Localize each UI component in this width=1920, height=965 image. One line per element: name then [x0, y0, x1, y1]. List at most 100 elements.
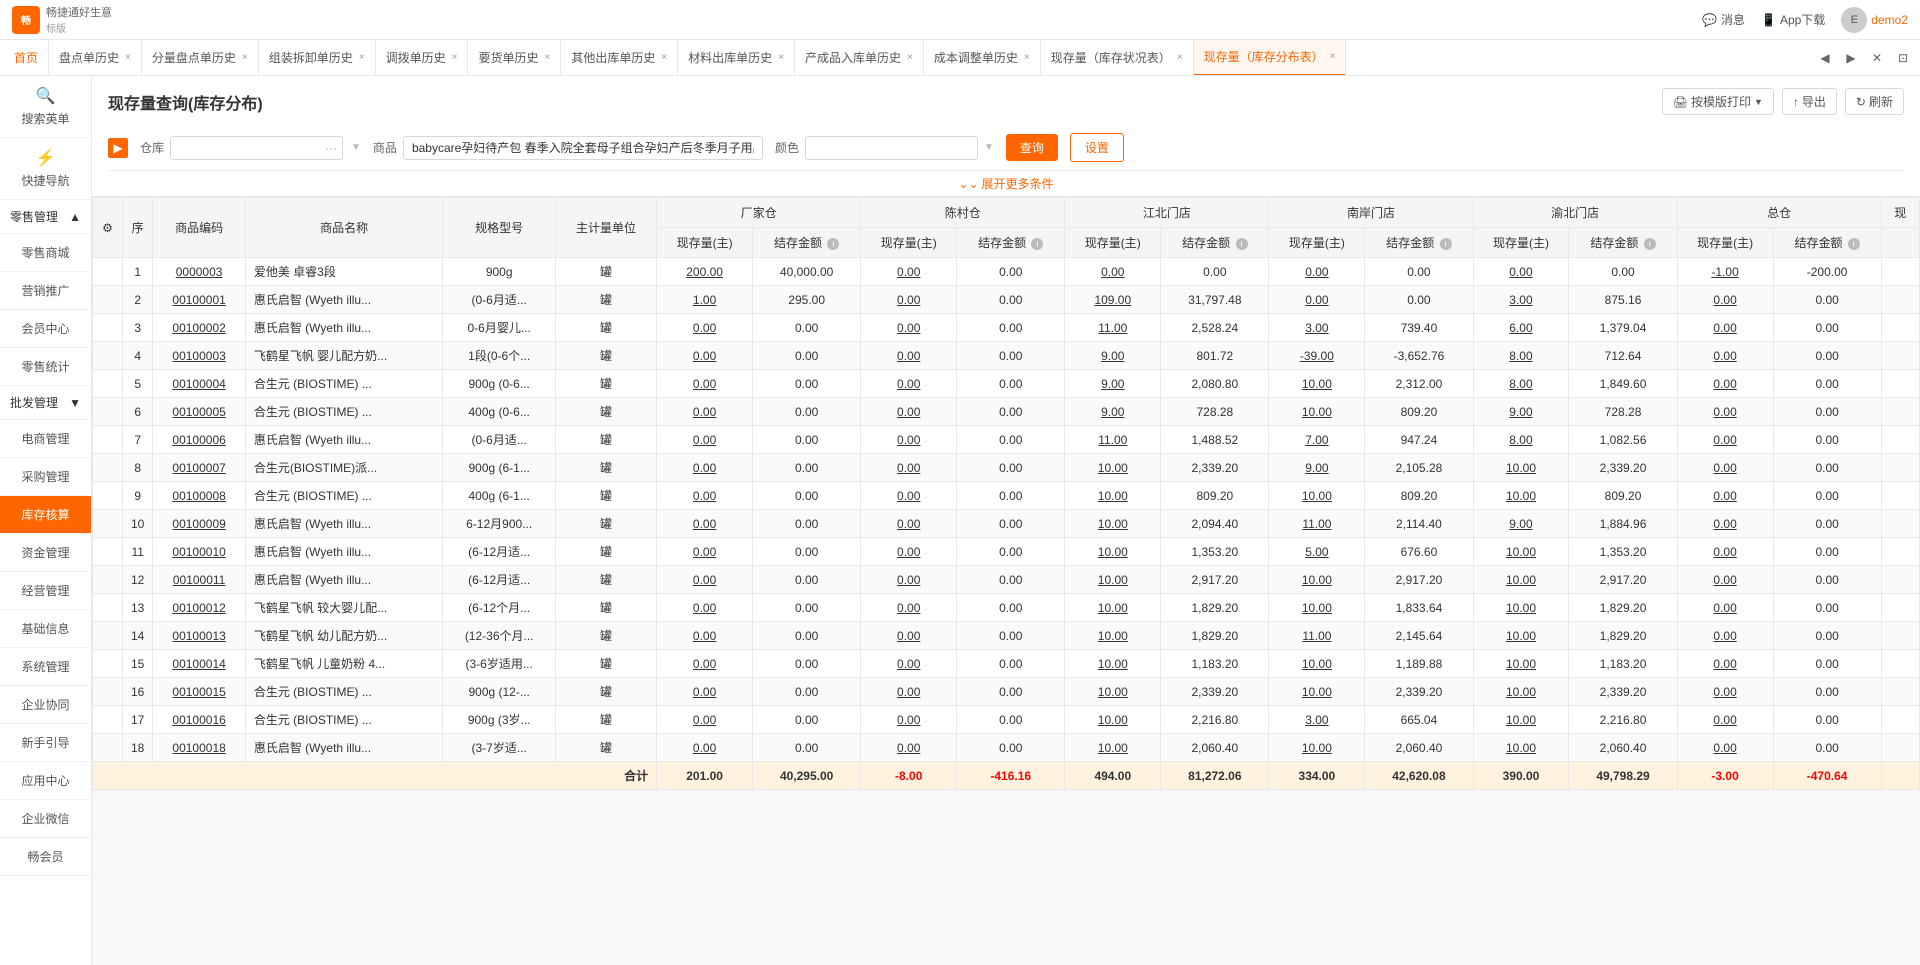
- row-code[interactable]: 00100010: [153, 538, 245, 566]
- row-na-qty[interactable]: 0.00: [1269, 286, 1365, 314]
- info-icon-t[interactable]: i: [1848, 238, 1860, 250]
- row-na-qty[interactable]: 5.00: [1269, 538, 1365, 566]
- row-f-qty[interactable]: 0.00: [657, 482, 753, 510]
- row-code[interactable]: 00100015: [153, 678, 245, 706]
- row-f-qty[interactable]: 0.00: [657, 650, 753, 678]
- row-yb-qty[interactable]: 10.00: [1473, 566, 1569, 594]
- sidebar-item-apps[interactable]: 应用中心: [0, 762, 91, 800]
- tab-stockCount[interactable]: 盘点单历史 ×: [49, 40, 142, 76]
- row-yb-qty[interactable]: 10.00: [1473, 734, 1569, 762]
- row-code[interactable]: 00100012: [153, 594, 245, 622]
- row-t-qty[interactable]: 0.00: [1677, 286, 1773, 314]
- row-t-qty[interactable]: 0.00: [1677, 454, 1773, 482]
- row-code[interactable]: 00100016: [153, 706, 245, 734]
- row-f-qty[interactable]: 0.00: [657, 398, 753, 426]
- row-code[interactable]: 00100003: [153, 342, 245, 370]
- row-f-qty[interactable]: 0.00: [657, 454, 753, 482]
- tab-assemble[interactable]: 组装拆卸单历史 ×: [259, 40, 376, 76]
- row-yb-qty[interactable]: 10.00: [1473, 678, 1569, 706]
- sidebar-item-ecommerce[interactable]: 电商管理: [0, 420, 91, 458]
- sidebar-item-finance[interactable]: 资金管理: [0, 534, 91, 572]
- info-icon-f[interactable]: i: [827, 238, 839, 250]
- row-t-qty[interactable]: 0.00: [1677, 594, 1773, 622]
- tab-close-productIn[interactable]: ×: [907, 52, 913, 63]
- row-na-qty[interactable]: 3.00: [1269, 314, 1365, 342]
- row-na-qty[interactable]: 3.00: [1269, 706, 1365, 734]
- export-btn[interactable]: ↑ 导出: [1782, 88, 1837, 115]
- info-icon-c[interactable]: i: [1031, 238, 1043, 250]
- row-f-qty[interactable]: 1.00: [657, 286, 753, 314]
- row-code[interactable]: 00100002: [153, 314, 245, 342]
- row-jb-qty[interactable]: 10.00: [1065, 706, 1161, 734]
- row-na-qty[interactable]: 11.00: [1269, 622, 1365, 650]
- row-jb-qty[interactable]: 10.00: [1065, 566, 1161, 594]
- row-t-qty[interactable]: 0.00: [1677, 510, 1773, 538]
- row-na-qty[interactable]: 10.00: [1269, 398, 1365, 426]
- row-c-qty[interactable]: 0.00: [861, 426, 957, 454]
- row-na-qty[interactable]: 0.00: [1269, 258, 1365, 286]
- row-t-qty[interactable]: 0.00: [1677, 566, 1773, 594]
- row-c-qty[interactable]: 0.00: [861, 622, 957, 650]
- row-na-qty[interactable]: 10.00: [1269, 594, 1365, 622]
- sidebar-item-marketing[interactable]: 营销推广: [0, 272, 91, 310]
- row-code[interactable]: 00100006: [153, 426, 245, 454]
- row-jb-qty[interactable]: 11.00: [1065, 426, 1161, 454]
- row-jb-qty[interactable]: 10.00: [1065, 538, 1161, 566]
- row-jb-qty[interactable]: 11.00: [1065, 314, 1161, 342]
- row-f-qty[interactable]: 200.00: [657, 258, 753, 286]
- row-jb-qty[interactable]: 10.00: [1065, 650, 1161, 678]
- row-code[interactable]: 00100001: [153, 286, 245, 314]
- row-yb-qty[interactable]: 10.00: [1473, 482, 1569, 510]
- tab-close-transfer[interactable]: ×: [452, 52, 458, 63]
- tab-close-stockDist[interactable]: ×: [1330, 51, 1336, 62]
- row-yb-qty[interactable]: 10.00: [1473, 454, 1569, 482]
- tab-stockDist[interactable]: 现存量（库存分布表） ×: [1194, 40, 1347, 76]
- row-c-qty[interactable]: 0.00: [861, 342, 957, 370]
- tab-costAdjust[interactable]: 成本调整单历史 ×: [924, 40, 1041, 76]
- row-code[interactable]: 00100005: [153, 398, 245, 426]
- row-t-qty[interactable]: 0.00: [1677, 538, 1773, 566]
- info-icon-jb[interactable]: i: [1236, 238, 1248, 250]
- sidebar-item-wechat[interactable]: 企业微信: [0, 800, 91, 838]
- row-c-qty[interactable]: 0.00: [861, 370, 957, 398]
- sidebar-item-retailShop[interactable]: 零售商城: [0, 234, 91, 272]
- sidebar-item-operation[interactable]: 经营管理: [0, 572, 91, 610]
- row-f-qty[interactable]: 0.00: [657, 370, 753, 398]
- row-t-qty[interactable]: 0.00: [1677, 678, 1773, 706]
- row-yb-qty[interactable]: 10.00: [1473, 538, 1569, 566]
- row-jb-qty[interactable]: 10.00: [1065, 594, 1161, 622]
- row-t-qty[interactable]: 0.00: [1677, 398, 1773, 426]
- sidebar-item-retail[interactable]: 零售管理 ▲: [0, 200, 91, 234]
- row-na-qty[interactable]: 7.00: [1269, 426, 1365, 454]
- query-btn[interactable]: 查询: [1006, 134, 1058, 161]
- sidebar-item-member2[interactable]: 畅会员: [0, 838, 91, 876]
- settings-btn[interactable]: 设置: [1070, 133, 1124, 162]
- row-jb-qty[interactable]: 10.00: [1065, 622, 1161, 650]
- row-code[interactable]: 0000003: [153, 258, 245, 286]
- row-jb-qty[interactable]: 0.00: [1065, 258, 1161, 286]
- sidebar-item-wholesale[interactable]: 批发管理 ▼: [0, 386, 91, 420]
- row-t-qty[interactable]: 0.00: [1677, 314, 1773, 342]
- row-c-qty[interactable]: 0.00: [861, 510, 957, 538]
- row-f-qty[interactable]: 0.00: [657, 622, 753, 650]
- expand-btn[interactable]: ⌄⌄ 展开更多条件: [958, 175, 1053, 192]
- row-c-qty[interactable]: 0.00: [861, 678, 957, 706]
- row-c-qty[interactable]: 0.00: [861, 398, 957, 426]
- row-code[interactable]: 00100008: [153, 482, 245, 510]
- row-t-qty[interactable]: 0.00: [1677, 370, 1773, 398]
- sidebar-item-enterprise[interactable]: 企业协同: [0, 686, 91, 724]
- tab-otherOut[interactable]: 其他出库单历史 ×: [561, 40, 678, 76]
- th-settings[interactable]: ⚙: [93, 198, 123, 258]
- row-yb-qty[interactable]: 6.00: [1473, 314, 1569, 342]
- row-na-qty[interactable]: -39.00: [1269, 342, 1365, 370]
- sidebar-item-retailStats[interactable]: 零售统计: [0, 348, 91, 386]
- row-na-qty[interactable]: 10.00: [1269, 734, 1365, 762]
- sidebar-item-search[interactable]: 🔍 搜索英单: [0, 76, 91, 138]
- row-na-qty[interactable]: 10.00: [1269, 482, 1365, 510]
- row-na-qty[interactable]: 9.00: [1269, 454, 1365, 482]
- tab-home[interactable]: 首页: [4, 40, 49, 76]
- row-c-qty[interactable]: 0.00: [861, 566, 957, 594]
- row-t-qty[interactable]: 0.00: [1677, 622, 1773, 650]
- row-jb-qty[interactable]: 9.00: [1065, 398, 1161, 426]
- row-f-qty[interactable]: 0.00: [657, 426, 753, 454]
